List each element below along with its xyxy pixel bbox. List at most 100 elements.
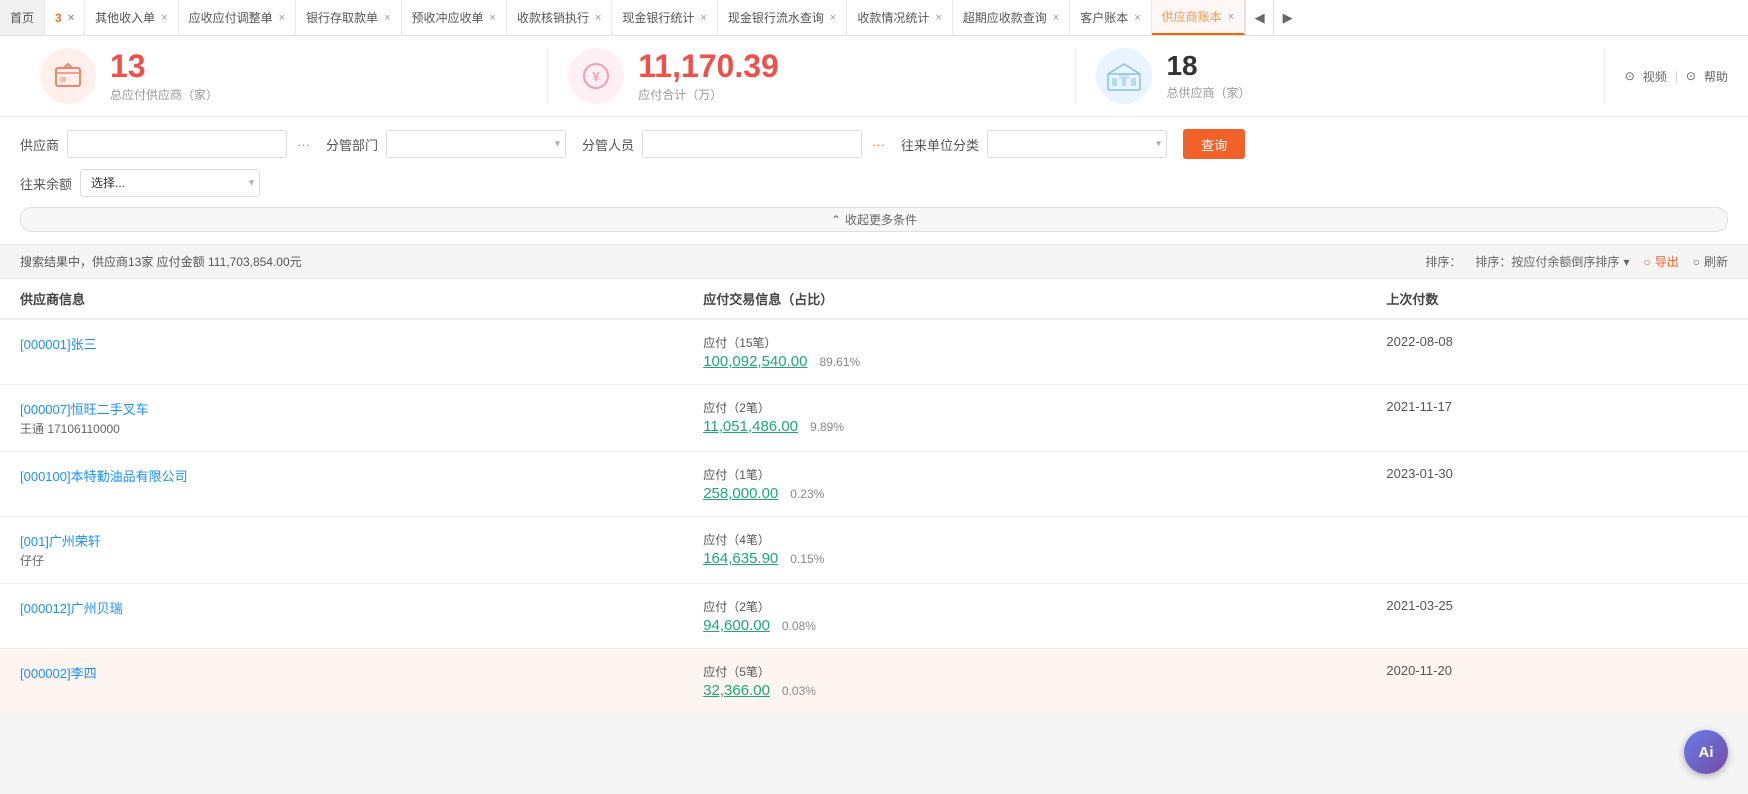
sort-value: 排序：按应付余额倒序排序 xyxy=(1475,253,1619,270)
close-icon[interactable]: × xyxy=(161,12,167,24)
nav-customer-book[interactable]: 客户账本 × xyxy=(1070,0,1151,35)
video-icon: ⊙ xyxy=(1625,69,1635,83)
nav-prev-arrow[interactable]: ◀ xyxy=(1245,0,1273,35)
supplier-dots[interactable]: ··· xyxy=(297,137,310,152)
ap-total-label: 应付合计（万） xyxy=(638,86,779,103)
nav-cash-bank-flow[interactable]: 现金银行流水查询 × xyxy=(718,0,847,35)
close-icon[interactable]: × xyxy=(1134,12,1140,24)
nav-overdue-ar[interactable]: 超期应收款查询 × xyxy=(953,0,1070,35)
ap-info-cell: 应付（2笔） 11,051,486.00 9.89% xyxy=(703,399,1386,435)
close-icon[interactable]: × xyxy=(935,12,941,24)
collapse-label: 收起更多条件 xyxy=(845,211,917,228)
filter-row-2: 往来余额 选择... ▾ xyxy=(20,169,1728,197)
summary-card-total-suppliers: 18 总供应商（家） xyxy=(1076,48,1604,104)
supplier-info-cell: [001]广州荣轩 仔仔 xyxy=(20,531,703,569)
last-pay-cell: 2022-08-08 xyxy=(1386,334,1728,349)
ap-pct: 0.08% xyxy=(782,619,816,633)
close-icon[interactable]: × xyxy=(279,12,285,24)
dept-wrap: ▾ xyxy=(386,130,566,158)
ap-amount[interactable]: 11,051,486.00 xyxy=(703,418,798,435)
nav-tab-3[interactable]: 3 × xyxy=(45,0,85,35)
refresh-label: 刷新 xyxy=(1704,253,1728,270)
balance-wrap: 选择... ▾ xyxy=(80,169,260,197)
last-pay-date: 2021-03-25 xyxy=(1386,598,1453,613)
close-icon[interactable]: × xyxy=(490,12,496,24)
nav-supplier-book[interactable]: 供应商账本 × xyxy=(1152,0,1245,35)
last-pay-date: 2021-11-17 xyxy=(1386,399,1452,414)
close-icon[interactable]: × xyxy=(384,12,390,24)
query-button[interactable]: 查询 xyxy=(1183,129,1245,159)
help-link[interactable]: 帮助 xyxy=(1704,68,1728,85)
total-supplier-count: 18 xyxy=(1166,51,1250,82)
supplier-sub: 仔仔 xyxy=(20,552,703,569)
last-pay-cell: 2023-01-30 xyxy=(1386,466,1728,481)
nav-ar-ap-adjust[interactable]: 应收应付调整单 × xyxy=(179,0,296,35)
close-icon[interactable]: × xyxy=(700,12,706,24)
balance-select[interactable]: 选择... xyxy=(80,169,260,197)
ap-pct: 0.23% xyxy=(790,487,824,501)
nav-advance-offset[interactable]: 预收冲应收单 × xyxy=(402,0,507,35)
close-icon[interactable]: × xyxy=(830,12,836,24)
sort-select[interactable]: 排序：按应付余额倒序排序 ▾ xyxy=(1475,253,1629,270)
person-input[interactable] xyxy=(642,130,862,158)
supplier-input[interactable] xyxy=(67,130,287,158)
supplier-link[interactable]: [000007]恒旺二手叉车 xyxy=(20,399,703,418)
collapse-icon: ⌃ xyxy=(831,213,841,227)
table-row: [000002]李四 应付（5笔） 32,366.00 0.03% 2020-1… xyxy=(0,649,1748,714)
ap-amount[interactable]: 258,000.00 xyxy=(703,485,778,502)
ap-amount[interactable]: 94,600.00 xyxy=(703,617,770,634)
table-row: [000100]本特勤油品有限公司 应付（1笔） 258,000.00 0.23… xyxy=(0,452,1748,517)
collapse-button[interactable]: ⌃ 收起更多条件 xyxy=(20,207,1728,232)
ai-badge-button[interactable]: Ai xyxy=(1684,730,1728,774)
nav-receipt-stats[interactable]: 收款情况统计 × xyxy=(847,0,952,35)
col-header-last-pay: 上次付数 xyxy=(1386,289,1728,308)
filter-balance: 往来余额 选择... ▾ xyxy=(20,169,260,197)
ap-amount[interactable]: 164,635.90 xyxy=(703,550,778,567)
close-icon[interactable]: × xyxy=(1228,11,1234,23)
filter-row-1: 供应商 ··· 分管部门 ▾ 分管人员 ··· 往来单位分类 ▾ 查询 xyxy=(20,129,1728,159)
ap-amount[interactable]: 32,366.00 xyxy=(703,682,770,699)
close-icon[interactable]: × xyxy=(68,12,74,24)
supplier-link[interactable]: [000001]张三 xyxy=(20,334,703,353)
nav-cash-bank-stats[interactable]: 现金银行统计 × xyxy=(612,0,717,35)
ap-info-cell: 应付（4笔） 164,635.90 0.15% xyxy=(703,531,1386,567)
ap-amount[interactable]: 100,092,540.00 xyxy=(703,353,807,370)
table-row: [001]广州荣轩 仔仔 应付（4笔） 164,635.90 0.15% xyxy=(0,517,1748,584)
nav-bank-deposit[interactable]: 银行存取款单 × xyxy=(296,0,401,35)
ap-label: 应付（15笔） xyxy=(703,334,1386,351)
category-select[interactable] xyxy=(987,130,1167,158)
last-pay-date: 2022-08-08 xyxy=(1386,334,1453,349)
card-icon-suppliers xyxy=(40,48,96,104)
supplier-sub: 王通 17106110000 xyxy=(20,420,703,437)
card-info-suppliers: 13 总应付供应商（家） xyxy=(110,49,218,103)
category-label: 往来单位分类 xyxy=(901,135,979,154)
result-actions: 排序： 排序：按应付余额倒序排序 ▾ ○ 导出 ○ 刷新 xyxy=(1425,253,1728,270)
filter-area: 供应商 ··· 分管部门 ▾ 分管人员 ··· 往来单位分类 ▾ 查询 往来 xyxy=(0,117,1748,245)
refresh-button[interactable]: ○ 刷新 xyxy=(1693,253,1728,270)
supplier-link[interactable]: [000012]广州贝瑞 xyxy=(20,598,703,617)
video-link[interactable]: 视频 xyxy=(1643,68,1667,85)
close-icon[interactable]: × xyxy=(595,12,601,24)
nav-home[interactable]: 首页 xyxy=(0,0,45,35)
last-pay-cell: 2020-11-20 xyxy=(1386,663,1728,678)
close-icon[interactable]: × xyxy=(1053,12,1059,24)
ap-pct: 89.61% xyxy=(819,355,860,369)
export-button[interactable]: ○ 导出 xyxy=(1643,253,1678,270)
nav-other-income[interactable]: 其他收入单 × xyxy=(85,0,178,35)
ap-pct: 0.15% xyxy=(790,552,824,566)
svg-text:¥: ¥ xyxy=(593,69,601,84)
filter-dept: 分管部门 ▾ xyxy=(326,130,566,158)
result-bar: 搜索结果中，供应商13家 应付金额 111,703,854.00元 排序： 排序… xyxy=(0,245,1748,279)
supplier-link[interactable]: [000002]李四 xyxy=(20,663,703,682)
balance-label: 往来余额 xyxy=(20,174,72,193)
nav-next-arrow[interactable]: ▶ xyxy=(1273,0,1301,35)
supplier-link[interactable]: [000100]本特勤油品有限公司 xyxy=(20,466,703,485)
supplier-link[interactable]: [001]广州荣轩 xyxy=(20,531,703,550)
person-dots[interactable]: ··· xyxy=(872,137,885,152)
ai-badge-label: Ai xyxy=(1699,744,1714,761)
col-header-supplier: 供应商信息 xyxy=(20,289,703,308)
dept-select[interactable] xyxy=(386,130,566,158)
supplier-info-cell: [000012]广州贝瑞 xyxy=(20,598,703,617)
nav-receipt-verify[interactable]: 收款核销执行 × xyxy=(507,0,612,35)
filter-category: 往来单位分类 ▾ xyxy=(901,130,1167,158)
